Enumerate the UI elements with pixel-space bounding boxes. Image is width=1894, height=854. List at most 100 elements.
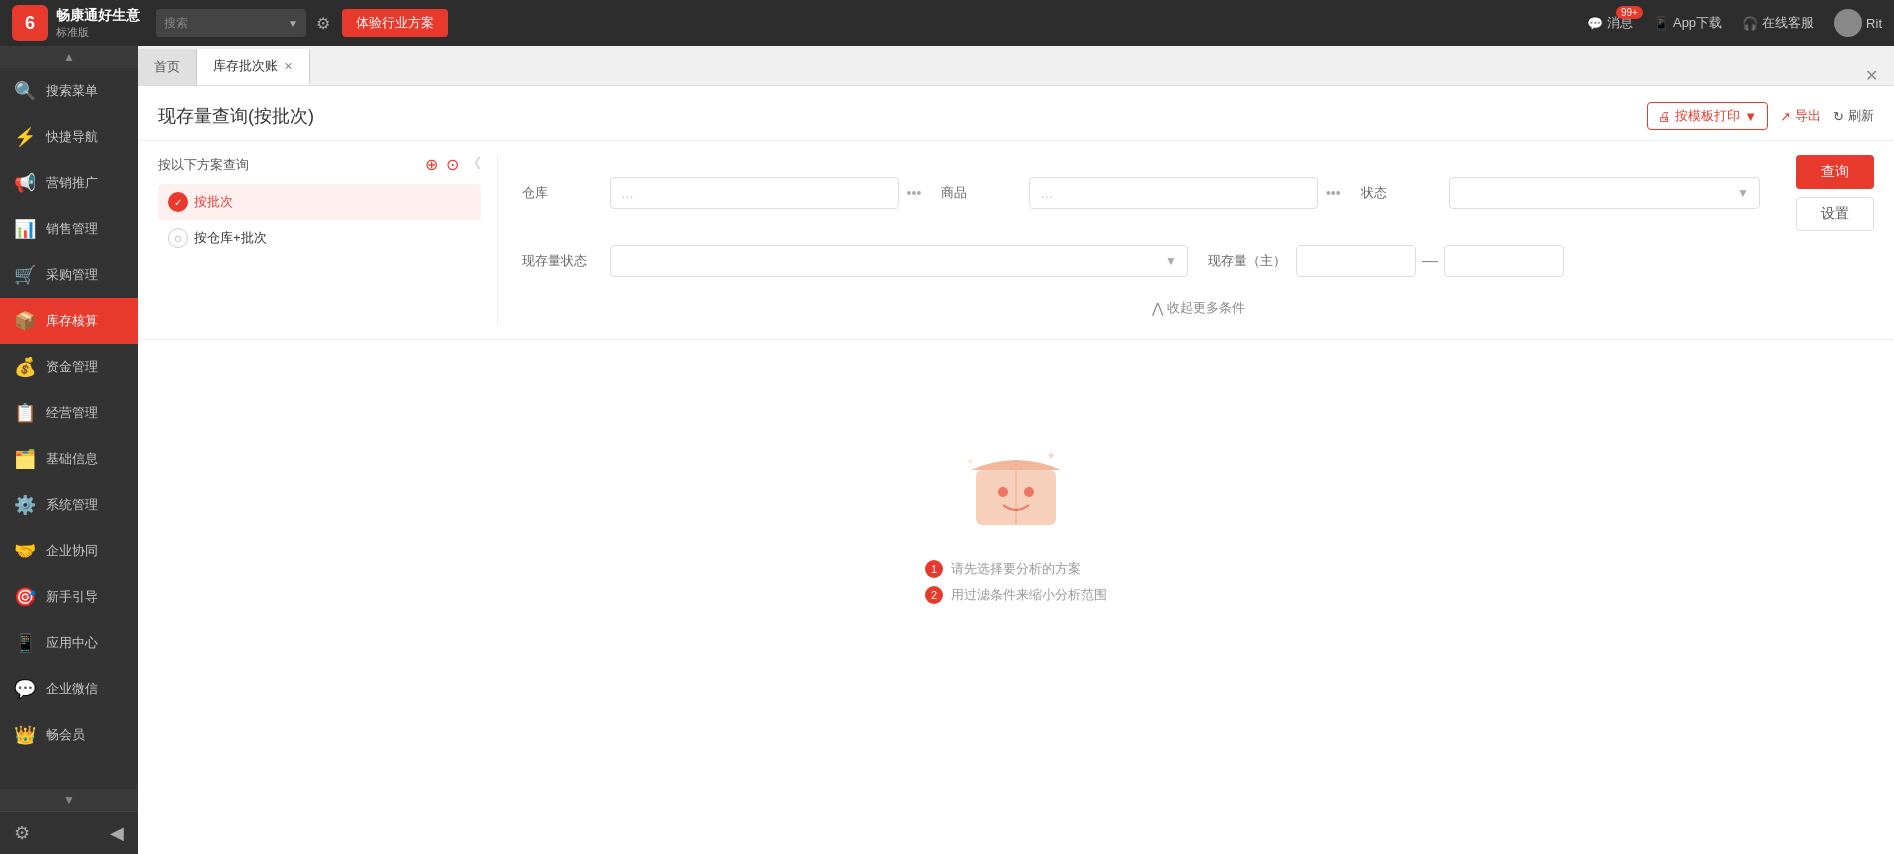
- app-download-label: App下载: [1673, 14, 1722, 32]
- sidebar-item-apps[interactable]: 📱 应用中心: [0, 620, 138, 666]
- sidebar-label-apps: 应用中心: [46, 634, 98, 652]
- operations-icon: 📋: [14, 402, 36, 424]
- sidebar-item-wechat[interactable]: 💬 企业微信: [0, 666, 138, 712]
- marketing-icon: 📢: [14, 172, 36, 194]
- sidebar-item-vip[interactable]: 👑 畅会员: [0, 712, 138, 758]
- sidebar-item-sales[interactable]: 📊 销售管理: [0, 206, 138, 252]
- sidebar-label-sales: 销售管理: [46, 220, 98, 238]
- svg-point-2: [998, 487, 1008, 497]
- sidebar-label-purchase: 采购管理: [46, 266, 98, 284]
- plan-section-label: 按以下方案查询: [158, 156, 249, 174]
- status-label: 状态: [1361, 184, 1441, 202]
- sidebar-item-collab[interactable]: 🤝 企业协同: [0, 528, 138, 574]
- sidebar-settings-button[interactable]: ⚙: [14, 822, 30, 844]
- tab-close-right-button[interactable]: ✕: [1859, 66, 1884, 85]
- status-field: 状态 ▼: [1361, 177, 1760, 209]
- svg-text:✦: ✦: [1046, 449, 1056, 463]
- svg-point-3: [1024, 487, 1034, 497]
- refresh-icon: ↻: [1833, 109, 1844, 124]
- filter-panel: 按以下方案查询 ⊕ ⊙ 《 ✓ 按批次 ○ 按仓库+批次: [138, 141, 1894, 340]
- sidebar: ▲ 🔍 搜索菜单 ⚡ 快捷导航 📢 营销推广 📊 销售管理 🛒 采购管理: [0, 46, 138, 854]
- online-service-button[interactable]: 🎧 在线客服: [1742, 14, 1814, 32]
- avatar: [1834, 9, 1862, 37]
- stock-qty-max-input[interactable]: [1444, 245, 1564, 277]
- product-more-icon[interactable]: •••: [1326, 185, 1341, 201]
- empty-hint-1: 1 请先选择要分析的方案: [925, 560, 1107, 578]
- collapse-icon: ⋀: [1152, 300, 1163, 316]
- plan-actions: ⊕ ⊙ 《: [425, 155, 481, 174]
- column-settings-button[interactable]: 设置: [1796, 197, 1874, 231]
- settings-icon[interactable]: ⚙: [316, 14, 330, 33]
- stock-qty-min-input[interactable]: [1296, 245, 1416, 277]
- sidebar-scroll-down[interactable]: ▼: [0, 789, 138, 811]
- search-chevron-icon[interactable]: ▼: [288, 18, 298, 29]
- sidebar-nav: 🔍 搜索菜单 ⚡ 快捷导航 📢 营销推广 📊 销售管理 🛒 采购管理 📦: [0, 68, 138, 789]
- sidebar-scroll-up[interactable]: ▲: [0, 46, 138, 68]
- product-input[interactable]: [1029, 177, 1318, 209]
- collapse-panel-button[interactable]: 《: [467, 155, 481, 174]
- stock-status-dropdown[interactable]: ▼: [610, 245, 1188, 277]
- trial-button[interactable]: 体验行业方案: [342, 9, 448, 37]
- scroll-up-icon[interactable]: ▲: [63, 50, 75, 64]
- sidebar-label-system: 系统管理: [46, 496, 98, 514]
- query-button[interactable]: 查询: [1796, 155, 1874, 189]
- collapse-more-button[interactable]: ⋀ 收起更多条件: [522, 291, 1874, 325]
- empty-svg: ✦ ✦: [956, 420, 1076, 540]
- sidebar-item-quick-nav[interactable]: ⚡ 快捷导航: [0, 114, 138, 160]
- sidebar-item-finance[interactable]: 💰 资金管理: [0, 344, 138, 390]
- plan-item-warehouse-batch[interactable]: ○ 按仓库+批次: [158, 220, 481, 256]
- refresh-button[interactable]: ↻ 刷新: [1833, 107, 1874, 125]
- warehouse-field: 仓库 •••: [522, 177, 921, 209]
- tab-bar: 首页 库存批次账 ✕ ✕: [138, 46, 1894, 86]
- tab-close-icon[interactable]: ✕: [284, 60, 293, 73]
- plan-batch-icon: ✓: [168, 192, 188, 212]
- empty-hint-2: 2 用过滤条件来缩小分析范围: [925, 586, 1107, 604]
- message-icon: 💬: [1587, 16, 1603, 31]
- hint1-text: 请先选择要分析的方案: [951, 560, 1081, 578]
- printer-icon: 🖨: [1658, 109, 1671, 124]
- sidebar-item-purchase[interactable]: 🛒 采购管理: [0, 252, 138, 298]
- plan-item-batch[interactable]: ✓ 按批次: [158, 184, 481, 220]
- sidebar-item-marketing[interactable]: 📢 营销推广: [0, 160, 138, 206]
- sidebar-label-operations: 经营管理: [46, 404, 98, 422]
- messages-button[interactable]: 💬 消息 99+: [1587, 14, 1633, 32]
- tab-inventory-batch[interactable]: 库存批次账 ✕: [197, 49, 310, 85]
- print-button[interactable]: 🖨 按模板打印 ▼: [1647, 102, 1768, 130]
- add-plan-button[interactable]: ⊕: [425, 155, 438, 174]
- stock-qty-range: —: [1296, 245, 1874, 277]
- content-area: 首页 库存批次账 ✕ ✕ 现存量查询(按批次) 🖨 按模板打印 ▼: [138, 46, 1894, 854]
- stock-status-chevron-icon: ▼: [1165, 254, 1177, 268]
- sidebar-label-vip: 畅会员: [46, 726, 85, 744]
- search-bar[interactable]: ▼: [156, 9, 306, 37]
- system-icon: ⚙️: [14, 494, 36, 516]
- stock-status-field: 现存量状态 ▼: [522, 245, 1188, 277]
- warehouse-input[interactable]: [610, 177, 899, 209]
- app-download-button[interactable]: 📱 App下载: [1653, 14, 1722, 32]
- scroll-down-icon[interactable]: ▼: [63, 793, 75, 807]
- top-bar-right: 💬 消息 99+ 📱 App下载 🎧 在线客服 Rit: [1587, 9, 1882, 37]
- quick-nav-icon: ⚡: [14, 126, 36, 148]
- sidebar-item-search[interactable]: 🔍 搜索菜单: [0, 68, 138, 114]
- export-button[interactable]: ↗ 导出: [1780, 107, 1821, 125]
- plan-warehouse-label: 按仓库+批次: [194, 229, 267, 247]
- app-title: 畅康通好生意 标准版: [56, 7, 140, 40]
- user-avatar-button[interactable]: Rit: [1834, 9, 1882, 37]
- warehouse-more-icon[interactable]: •••: [907, 185, 922, 201]
- tab-home[interactable]: 首页: [138, 49, 197, 85]
- status-dropdown[interactable]: ▼: [1449, 177, 1760, 209]
- page-title: 现存量查询(按批次): [158, 104, 314, 128]
- sidebar-item-newbie[interactable]: 🎯 新手引导: [0, 574, 138, 620]
- search-input[interactable]: [164, 16, 284, 30]
- warehouse-field-row: 仓库 •••: [522, 177, 921, 209]
- sidebar-item-operations[interactable]: 📋 经营管理: [0, 390, 138, 436]
- product-field: 商品 •••: [941, 177, 1340, 209]
- plan-settings-icon[interactable]: ⊙: [446, 155, 459, 174]
- sidebar-label-basic: 基础信息: [46, 450, 98, 468]
- sidebar-item-basic[interactable]: 🗂️ 基础信息: [0, 436, 138, 482]
- sidebar-item-system[interactable]: ⚙️ 系统管理: [0, 482, 138, 528]
- basic-icon: 🗂️: [14, 448, 36, 470]
- sidebar-collapse-button[interactable]: ◀: [110, 822, 124, 844]
- print-label: 按模板打印: [1675, 107, 1740, 125]
- sidebar-item-inventory[interactable]: 📦 库存核算: [0, 298, 138, 344]
- sales-icon: 📊: [14, 218, 36, 240]
